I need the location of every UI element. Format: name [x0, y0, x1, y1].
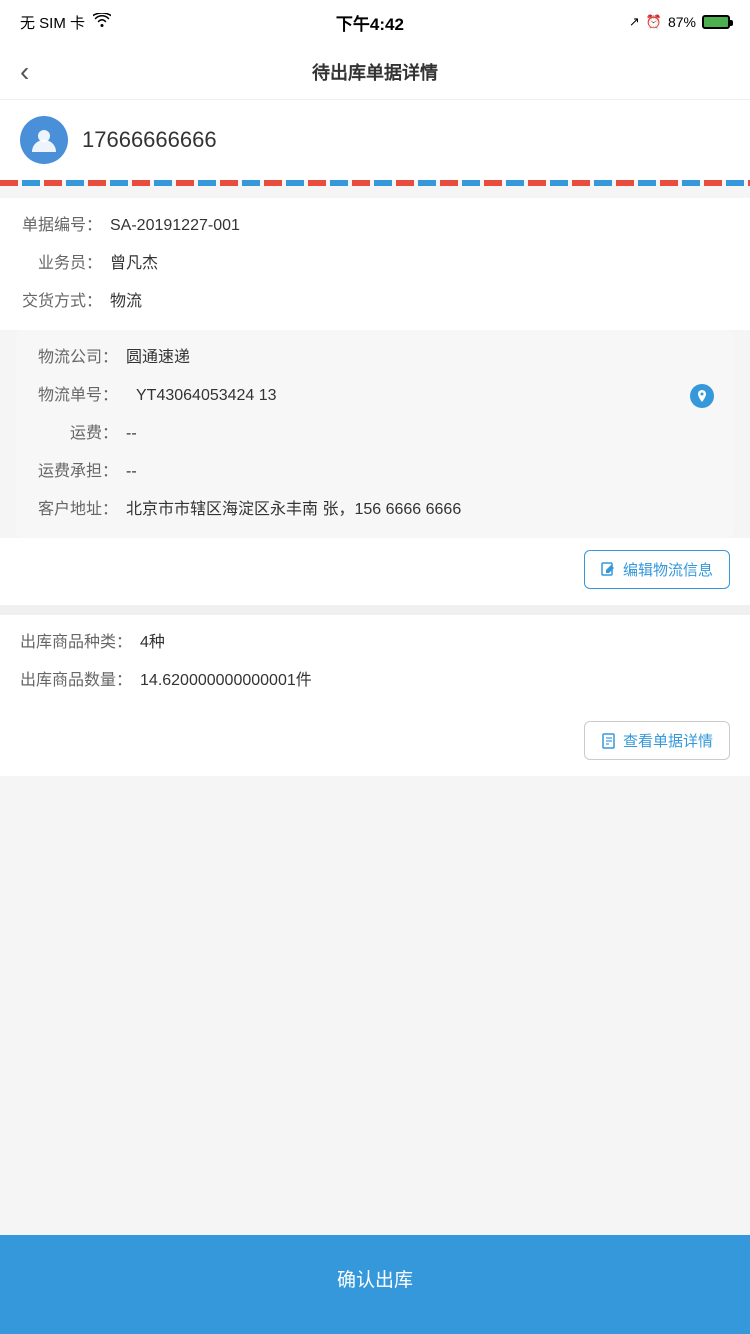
edit-btn-row: 编辑物流信息	[0, 538, 750, 605]
nav-bar: ‹ 待出库单据详情	[0, 44, 750, 100]
document-icon	[601, 733, 617, 749]
tracking-label: 物流单号：	[36, 384, 126, 408]
view-detail-label: 查看单据详情	[623, 730, 713, 751]
address-row: 客户地址： 北京市市辖区海淀区永丰南 张，156 6666 6666	[36, 498, 714, 522]
delivery-method-value: 物流	[110, 290, 730, 314]
product-quantity-row: 出库商品数量： 14.620000000000001件	[20, 669, 730, 693]
freight-bearer-row: 运费承担： --	[36, 460, 714, 484]
product-quantity-label: 出库商品数量：	[20, 669, 140, 693]
logistics-company-value: 圆通速递	[126, 346, 714, 370]
view-detail-button[interactable]: 查看单据详情	[584, 721, 730, 760]
page-spacer	[0, 776, 750, 976]
confirm-btn-area: 确认出库	[0, 1235, 750, 1334]
tracking-row: 物流单号： YT43064053424 13	[36, 384, 714, 408]
freight-row: 运费： --	[36, 422, 714, 446]
product-quantity-value: 14.620000000000001件	[140, 669, 730, 693]
product-type-row: 出库商品种类： 4种	[20, 631, 730, 655]
address-value: 北京市市辖区海淀区永丰南 张，156 6666 6666	[126, 498, 714, 522]
logistics-card: 物流公司： 圆通速递 物流单号： YT43064053424 13 运费： --…	[16, 330, 734, 538]
wifi-icon	[93, 13, 111, 31]
battery-text: 87%	[668, 14, 696, 30]
status-bar: 无 SIM 卡 下午4:42 ↗ ⏰ 87%	[0, 0, 750, 44]
delivery-method-label: 交货方式：	[20, 290, 110, 314]
sales-person-value: 曾凡杰	[110, 252, 730, 276]
gray-divider	[0, 605, 750, 615]
freight-bearer-value: --	[126, 460, 714, 484]
status-right: ↗ ⏰ 87%	[629, 14, 730, 30]
freight-bearer-label: 运费承担：	[36, 460, 126, 484]
order-info-section: 单据编号： SA-20191227-001 业务员： 曾凡杰 交货方式： 物流	[0, 198, 750, 330]
edit-logistics-label: 编辑物流信息	[623, 559, 713, 580]
doc-number-value: SA-20191227-001	[110, 214, 730, 238]
back-button[interactable]: ‹	[20, 52, 37, 92]
track-location-icon[interactable]	[690, 384, 714, 408]
status-left: 无 SIM 卡	[20, 12, 111, 33]
doc-number-row: 单据编号： SA-20191227-001	[20, 214, 730, 238]
battery-icon	[702, 15, 730, 29]
delivery-method-row: 交货方式： 物流	[20, 290, 730, 314]
tracking-value: YT43064053424 13	[136, 384, 680, 408]
view-btn-row: 查看单据详情	[0, 709, 750, 776]
status-time: 下午4:42	[336, 10, 404, 35]
customer-phone: 17666666666	[82, 127, 217, 153]
dashed-separator	[0, 180, 750, 186]
alarm-icon: ⏰	[646, 14, 662, 30]
address-label: 客户地址：	[36, 498, 126, 522]
edit-logistics-button[interactable]: 编辑物流信息	[584, 550, 730, 589]
location-status-icon: ↗	[629, 14, 640, 30]
product-type-label: 出库商品种类：	[20, 631, 140, 655]
sales-person-label: 业务员：	[20, 252, 110, 276]
edit-icon	[601, 562, 617, 578]
confirm-outbound-button[interactable]: 确认出库	[20, 1251, 730, 1306]
freight-value: --	[126, 422, 714, 446]
freight-label: 运费：	[36, 422, 126, 446]
carrier-text: 无 SIM 卡	[20, 12, 85, 33]
stats-section: 出库商品种类： 4种 出库商品数量： 14.620000000000001件	[0, 615, 750, 709]
customer-header: 17666666666	[0, 100, 750, 180]
logistics-company-label: 物流公司：	[36, 346, 126, 370]
avatar	[20, 116, 68, 164]
sales-person-row: 业务员： 曾凡杰	[20, 252, 730, 276]
product-type-value: 4种	[140, 631, 730, 655]
doc-number-label: 单据编号：	[20, 214, 110, 238]
page-title: 待出库单据详情	[312, 59, 438, 85]
logistics-company-row: 物流公司： 圆通速递	[36, 346, 714, 370]
